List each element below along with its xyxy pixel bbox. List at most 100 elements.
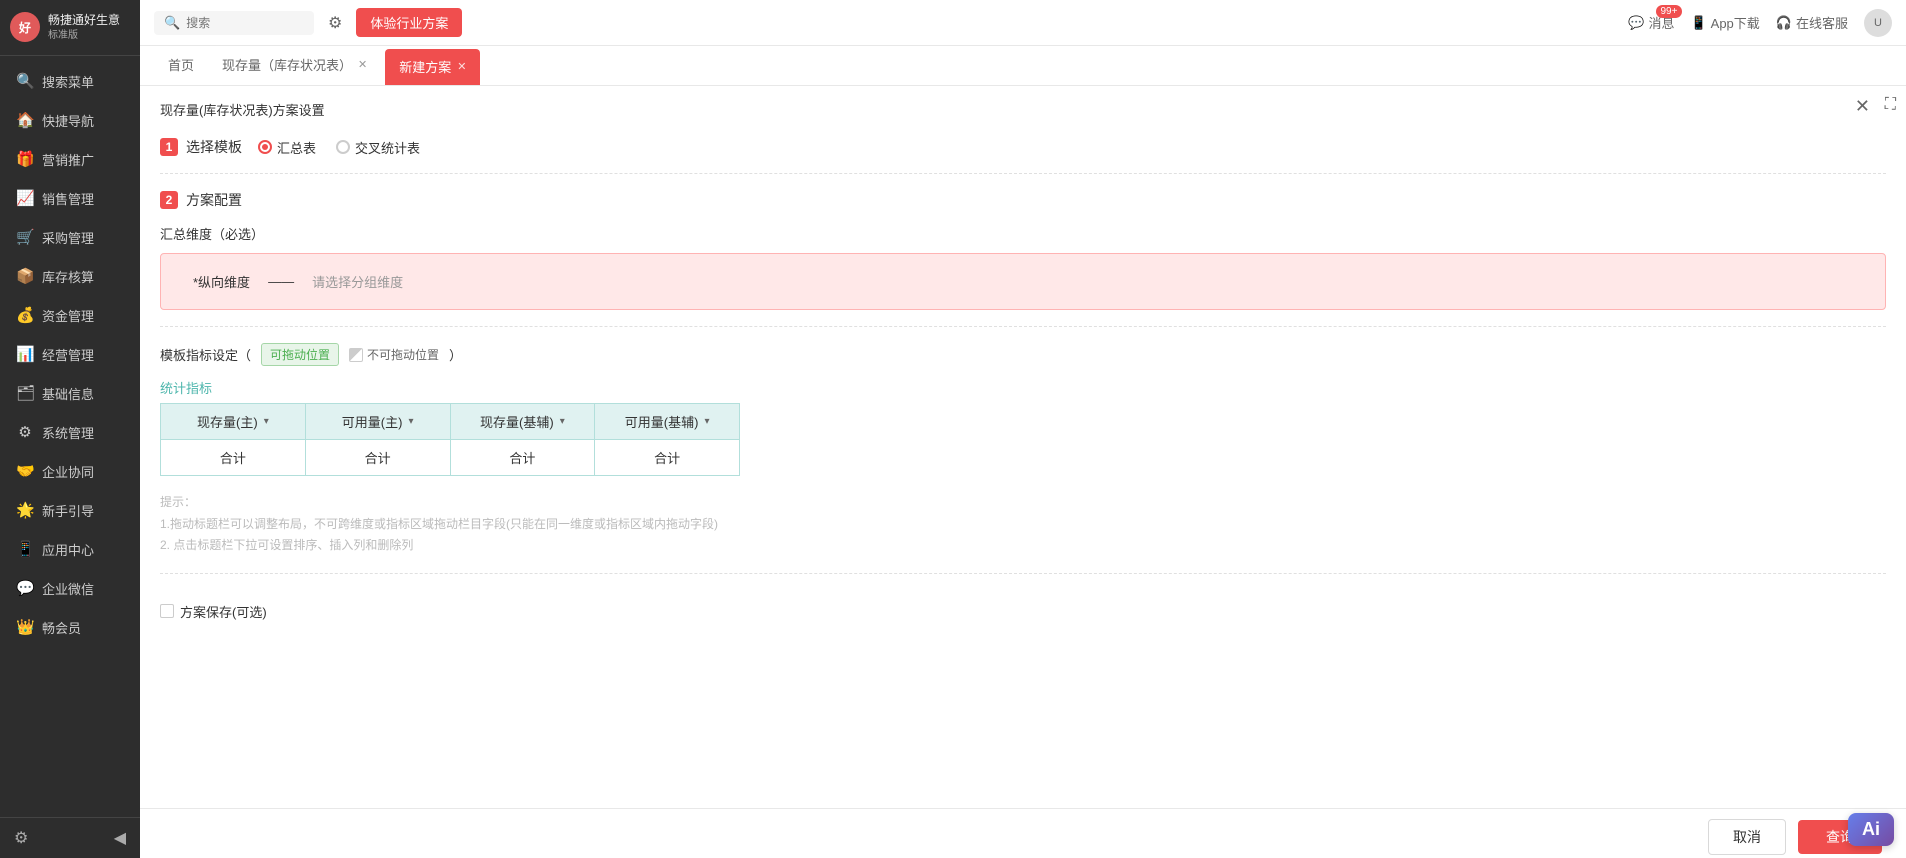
- messages-badge: 99+: [1656, 5, 1683, 18]
- col1-chevron: ▾: [264, 416, 269, 427]
- sidebar-item-label: 企业协同: [42, 462, 94, 481]
- search-box: 🔍: [154, 11, 314, 35]
- col-header-4[interactable]: 可用量(基辅) ▾: [595, 404, 740, 440]
- col-header-3[interactable]: 现存量(基辅) ▾: [450, 404, 595, 440]
- stats-title: 统计指标: [160, 378, 1886, 397]
- sidebar-item-label: 资金管理: [42, 306, 94, 325]
- dimension-box: *纵向维度 —— 请选择分组维度: [160, 253, 1886, 310]
- enterprise-wechat-icon: 💬: [16, 579, 34, 597]
- sidebar-item-purchase[interactable]: 🛒 采购管理: [0, 218, 140, 257]
- radio-cross-dot: [336, 140, 350, 154]
- main-area: 🔍 ⚙ 体验行业方案 💬 消息 99+ 📱 App下载 🎧 在线客服 U: [140, 0, 1906, 858]
- customer-service-btn[interactable]: 🎧 在线客服: [1776, 13, 1848, 32]
- sidebar-item-finance[interactable]: 💰 资金管理: [0, 296, 140, 335]
- sidebar-item-quick-nav[interactable]: 🏠 快捷导航: [0, 101, 140, 140]
- footer: 取消 查询: [140, 808, 1906, 858]
- marketing-icon: 🎁: [16, 150, 34, 168]
- sidebar-item-member[interactable]: 👑 畅会员: [0, 608, 140, 647]
- logo-icon: 好: [10, 12, 40, 42]
- metrics-table: 现存量(主) ▾ 可用量(主) ▾: [160, 403, 740, 476]
- system-icon: ⚙: [16, 423, 34, 441]
- tab-inventory-label: 现存量（库存状况表）: [222, 55, 352, 74]
- tip-label: 提示：: [160, 492, 1886, 514]
- col-header-1[interactable]: 现存量(主) ▾: [161, 404, 306, 440]
- tab-inventory-status[interactable]: 现存量（库存状况表） ✕: [208, 46, 381, 86]
- app-download-btn[interactable]: 📱 App下载: [1690, 13, 1759, 32]
- customer-service-icon: 🎧: [1776, 15, 1792, 31]
- search-menu-icon: 🔍: [16, 72, 34, 90]
- topbar: 🔍 ⚙ 体验行业方案 💬 消息 99+ 📱 App下载 🎧 在线客服 U: [140, 0, 1906, 46]
- tip-1: 1.拖动标题栏可以调整布局，不可跨维度或指标区域拖动栏目字段(只能在同一维度或指…: [160, 514, 1886, 536]
- sidebar-item-app-center[interactable]: 📱 应用中心: [0, 530, 140, 569]
- panel-expand-button[interactable]: ⛶: [1885, 96, 1896, 114]
- ai-badge[interactable]: Ai: [1848, 813, 1894, 846]
- dimension-dash: ——: [268, 274, 294, 289]
- tab-home[interactable]: 首页: [154, 46, 208, 86]
- gear-icon[interactable]: ⚙: [324, 13, 346, 33]
- col2-label: 可用量(主): [342, 412, 403, 431]
- sidebar-item-new-guide[interactable]: 🌟 新手引导: [0, 491, 140, 530]
- settings-icon[interactable]: ⚙: [14, 828, 28, 848]
- sidebar-logo: 好 畅捷通好生意 标准版: [0, 0, 140, 56]
- panel-close-button[interactable]: ✕: [1855, 96, 1870, 117]
- sidebar-item-operations[interactable]: 📊 经营管理: [0, 335, 140, 374]
- cell-4: 合计: [595, 440, 740, 476]
- radio-summary-dot: [258, 140, 272, 154]
- ai-badge-label: Ai: [1862, 819, 1880, 839]
- messages-btn[interactable]: 💬 消息 99+: [1628, 13, 1674, 32]
- col4-label: 可用量(基辅): [625, 412, 699, 431]
- radio-cross[interactable]: 交叉统计表: [336, 138, 420, 157]
- step2-title: 方案配置: [186, 190, 242, 210]
- search-input[interactable]: [186, 16, 296, 30]
- logo-text: 畅捷通好生意 标准版: [48, 12, 120, 43]
- close-tab-new-plan-icon[interactable]: ✕: [457, 60, 466, 73]
- user-avatar[interactable]: U: [1864, 9, 1892, 37]
- sidebar-item-label: 系统管理: [42, 423, 94, 442]
- table-row: 合计 合计 合计 合计: [161, 440, 740, 476]
- cancel-button[interactable]: 取消: [1708, 819, 1786, 855]
- sidebar-item-system[interactable]: ⚙ 系统管理: [0, 413, 140, 452]
- content-area: ✕ ⛶ 现存量(库存状况表)方案设置 1 选择模板 汇总表 交叉统计表: [140, 86, 1906, 858]
- step2-badge: 2: [160, 191, 178, 209]
- col2-chevron: ▾: [408, 416, 413, 427]
- col4-chevron: ▾: [704, 416, 709, 427]
- inventory-icon: 📦: [16, 267, 34, 285]
- col-header-2[interactable]: 可用量(主) ▾: [305, 404, 450, 440]
- sidebar-bottom: ⚙ ◀: [0, 817, 140, 858]
- collapse-icon[interactable]: ◀: [114, 828, 126, 848]
- save-option[interactable]: 方案保存(可选): [160, 590, 1886, 633]
- sidebar-item-label: 应用中心: [42, 540, 94, 559]
- sidebar-item-label: 库存核算: [42, 267, 94, 286]
- sidebar-item-sales[interactable]: 📈 销售管理: [0, 179, 140, 218]
- dimension-section: 汇总维度（必选） *纵向维度 —— 请选择分组维度: [160, 224, 1886, 310]
- dimension-placeholder[interactable]: 请选择分组维度: [312, 272, 403, 291]
- sidebar-item-label: 采购管理: [42, 228, 94, 247]
- trial-btn[interactable]: 体验行业方案: [356, 8, 462, 37]
- sales-icon: 📈: [16, 189, 34, 207]
- sidebar-item-inventory[interactable]: 📦 库存核算: [0, 257, 140, 296]
- sidebar-item-base-info[interactable]: 🗂 基础信息: [0, 374, 140, 413]
- sidebar-item-enterprise[interactable]: 🤝 企业协同: [0, 452, 140, 491]
- col1-label: 现存量(主): [197, 412, 258, 431]
- save-checkbox[interactable]: [160, 604, 174, 618]
- sidebar-item-marketing[interactable]: 🎁 营销推广: [0, 140, 140, 179]
- search-icon: 🔍: [164, 15, 180, 31]
- tab-new-plan[interactable]: 新建方案 ✕: [385, 49, 480, 85]
- template-options: 汇总表 交叉统计表: [250, 138, 420, 157]
- radio-summary[interactable]: 汇总表: [258, 138, 316, 157]
- cell-1: 合计: [161, 440, 306, 476]
- radio-summary-label: 汇总表: [277, 138, 316, 157]
- tips-section: 提示： 1.拖动标题栏可以调整布局，不可跨维度或指标区域拖动栏目字段(只能在同一…: [160, 492, 1886, 557]
- tabs-bar: 首页 现存量（库存状况表） ✕ 新建方案 ✕: [140, 46, 1906, 86]
- download-icon: 📱: [1690, 15, 1706, 31]
- fixed-label: 不可拖动位置: [367, 346, 439, 363]
- app-center-icon: 📱: [16, 540, 34, 558]
- metrics-settings-row: 模板指标设定（ 可拖动位置 不可拖动位置 ）: [160, 343, 1886, 366]
- divider-1: [160, 173, 1886, 174]
- sidebar-item-label: 经营管理: [42, 345, 94, 364]
- sidebar-item-enterprise-wechat[interactable]: 💬 企业微信: [0, 569, 140, 608]
- divider-2: [160, 326, 1886, 327]
- sidebar-item-search-menu[interactable]: 🔍 搜索菜单: [0, 62, 140, 101]
- base-info-icon: 🗂: [16, 384, 34, 402]
- close-tab-inventory-icon[interactable]: ✕: [358, 58, 367, 71]
